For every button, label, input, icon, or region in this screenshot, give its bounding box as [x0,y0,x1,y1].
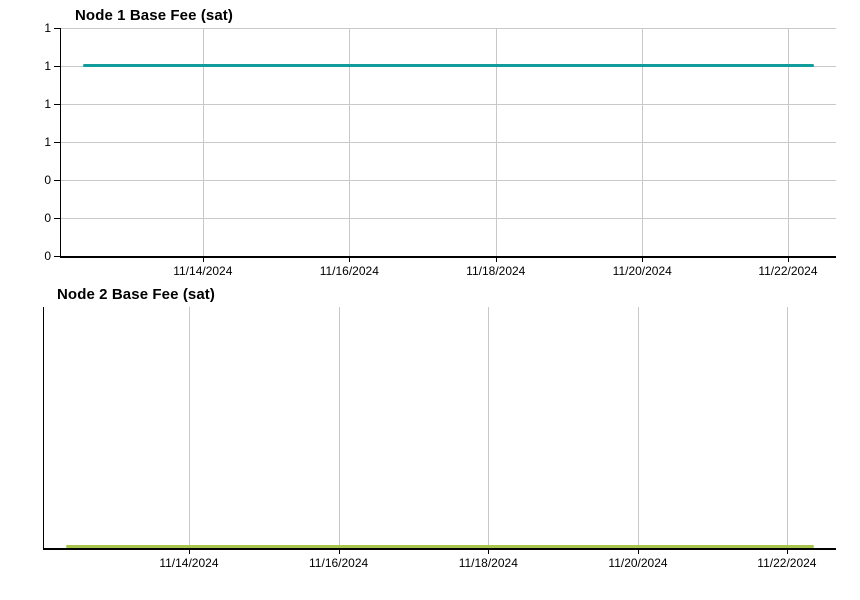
vertical-gridline [338,307,340,548]
chart-node-2-base-fee: Node 2 Base Fee (sat) 11/14/2024 11/16/20… [0,0,860,600]
x-axis-tick-label: 11/20/2024 [608,556,668,570]
chart-title-node-2: Node 2 Base Fee (sat) [57,286,215,303]
x-axis-tick-label: 11/14/2024 [159,556,219,570]
x-axis-tick [188,548,190,554]
x-axis-tick [638,548,639,554]
x-axis-tick [488,548,490,554]
fee-charts-page: Node 1 Base Fee (sat) 11/14/2024 11/16/20… [0,0,860,600]
series-line-node-2-base-fee [66,545,814,548]
vertical-gridline [488,307,490,548]
plot-area-node-2[interactable]: 11/14/2024 11/16/2024 11/18/2024 11/20/2024… [43,307,836,570]
x-axis-tick [786,548,788,554]
vertical-gridline [188,307,190,548]
vertical-gridline [638,307,639,548]
x-axis-tick [338,548,340,554]
x-axis-tick-label: 11/22/2024 [757,556,817,570]
x-axis-tick-label: 11/18/2024 [458,556,518,570]
vertical-gridline [786,307,788,548]
x-axis-tick-label: 11/16/2024 [309,556,369,570]
